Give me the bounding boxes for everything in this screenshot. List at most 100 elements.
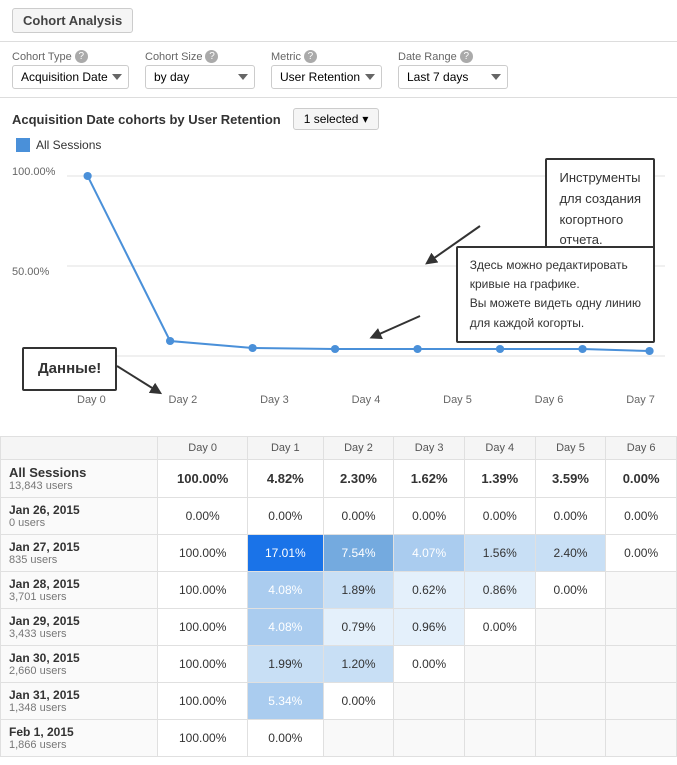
row-header: Jan 31, 20151,348 users	[1, 683, 158, 720]
cohort-table: Day 0 Day 1 Day 2 Day 3 Day 4 Day 5 Day …	[0, 436, 677, 757]
cohort-type-help-icon[interactable]: ?	[75, 50, 88, 63]
cohort-size-help-icon[interactable]: ?	[205, 50, 218, 63]
cell-day5: 0.00%	[535, 498, 606, 535]
col-header-day0: Day 0	[158, 437, 248, 460]
edit-callout: Здесь можно редактировать кривые на граф…	[456, 246, 655, 343]
cell-day5: 2.40%	[535, 535, 606, 572]
data-callout: Данные!	[22, 347, 117, 391]
y-axis: 100.00% 50.00%	[12, 166, 67, 366]
row-header: Jan 29, 20153,433 users	[1, 609, 158, 646]
cell-day1: 4.08%	[247, 609, 323, 646]
date-range-filter: Date Range ? Last 7 days	[398, 50, 508, 89]
date-range-help-icon[interactable]: ?	[460, 50, 473, 63]
cell-day3: 4.07%	[394, 535, 465, 572]
cell-day2: 1.20%	[323, 646, 394, 683]
col-header-day2: Day 2	[323, 437, 394, 460]
x-label-day4: Day 4	[352, 394, 381, 406]
cell-day5	[535, 683, 606, 720]
cell-day2: 1.89%	[323, 572, 394, 609]
chart-header: Acquisition Date cohorts by User Retenti…	[12, 108, 665, 130]
chart-dot-day3	[248, 344, 256, 352]
cohort-analysis-button[interactable]: Cohort Analysis	[12, 8, 133, 33]
cell-day0: 100.00%	[158, 572, 248, 609]
cell-day5	[535, 646, 606, 683]
cell-day4	[464, 683, 535, 720]
metric-label: Metric ?	[271, 50, 382, 63]
cell-day6	[606, 572, 677, 609]
cell-day1: 0.00%	[247, 720, 323, 757]
cell-day4	[464, 720, 535, 757]
cell-day5	[535, 609, 606, 646]
cell-day3: 0.62%	[394, 572, 465, 609]
data-table-container: Day 0 Day 1 Day 2 Day 3 Day 4 Day 5 Day …	[0, 436, 677, 765]
y-label-100: 100.00%	[12, 166, 67, 178]
row-header: Feb 1, 20151,866 users	[1, 720, 158, 757]
chevron-down-icon: ▾	[362, 112, 368, 126]
table-row: Jan 29, 20153,433 users100.00%4.08%0.79%…	[1, 609, 677, 646]
metric-select[interactable]: User Retention	[271, 65, 382, 89]
cell-day6	[606, 646, 677, 683]
cell-day3: 1.62%	[394, 460, 465, 498]
cell-day6	[606, 683, 677, 720]
table-row: Jan 27, 2015835 users100.00%17.01%7.54%4…	[1, 535, 677, 572]
date-range-select[interactable]: Last 7 days	[398, 65, 508, 89]
cell-day6: 0.00%	[606, 535, 677, 572]
chart-dot-day4	[331, 345, 339, 353]
selected-button[interactable]: 1 selected ▾	[293, 108, 380, 130]
table-row: All Sessions13,843 users100.00%4.82%2.30…	[1, 460, 677, 498]
table-row: Jan 31, 20151,348 users100.00%5.34%0.00%	[1, 683, 677, 720]
cell-day5: 0.00%	[535, 572, 606, 609]
cohort-size-label: Cohort Size ?	[145, 50, 255, 63]
col-header-day3: Day 3	[394, 437, 465, 460]
col-header-day1: Day 1	[247, 437, 323, 460]
col-header-day6: Day 6	[606, 437, 677, 460]
col-header-cohort	[1, 437, 158, 460]
cell-day5: 3.59%	[535, 460, 606, 498]
cell-day1: 4.08%	[247, 572, 323, 609]
x-label-day7: Day 7	[626, 394, 655, 406]
cell-day1: 17.01%	[247, 535, 323, 572]
cell-day6	[606, 720, 677, 757]
legend-label: All Sessions	[36, 138, 101, 152]
cell-day6	[606, 609, 677, 646]
top-bar: Cohort Analysis	[0, 0, 677, 42]
cell-day2: 7.54%	[323, 535, 394, 572]
filters-bar: Cohort Type ? Acquisition Date Cohort Si…	[0, 42, 677, 98]
cohort-type-label: Cohort Type ?	[12, 50, 129, 63]
cell-day5	[535, 720, 606, 757]
table-row: Jan 28, 20153,701 users100.00%4.08%1.89%…	[1, 572, 677, 609]
cell-day2	[323, 720, 394, 757]
cell-day4: 0.00%	[464, 498, 535, 535]
chart-legend: All Sessions	[12, 138, 665, 152]
cell-day4: 1.56%	[464, 535, 535, 572]
y-label-50: 50.00%	[12, 266, 67, 278]
cell-day0: 0.00%	[158, 498, 248, 535]
cell-day4: 0.86%	[464, 572, 535, 609]
date-range-label: Date Range ?	[398, 50, 508, 63]
cell-day3: 0.00%	[394, 646, 465, 683]
chart-title: Acquisition Date cohorts by User Retenti…	[12, 112, 281, 127]
cell-day1: 4.82%	[247, 460, 323, 498]
chart-dot-day7b	[645, 347, 653, 355]
chart-dot-day6	[496, 345, 504, 353]
cell-day0: 100.00%	[158, 720, 248, 757]
legend-color-swatch	[16, 138, 30, 152]
cell-day0: 100.00%	[158, 646, 248, 683]
cell-day3	[394, 720, 465, 757]
cell-day0: 100.00%	[158, 535, 248, 572]
x-label-day6: Day 6	[535, 394, 564, 406]
cell-day6: 0.00%	[606, 460, 677, 498]
chart-container: 100.00% 50.00% Day 0 Day 2	[12, 156, 665, 436]
chart-dot-day0	[83, 172, 91, 180]
cell-day4	[464, 646, 535, 683]
cell-day6: 0.00%	[606, 498, 677, 535]
cohort-size-select[interactable]: by day	[145, 65, 255, 89]
cohort-type-select[interactable]: Acquisition Date	[12, 65, 129, 89]
cell-day2: 0.79%	[323, 609, 394, 646]
cell-day4: 1.39%	[464, 460, 535, 498]
row-header: Jan 26, 20150 users	[1, 498, 158, 535]
cell-day2: 2.30%	[323, 460, 394, 498]
metric-help-icon[interactable]: ?	[304, 50, 317, 63]
row-header: Jan 30, 20152,660 users	[1, 646, 158, 683]
cell-day2: 0.00%	[323, 498, 394, 535]
